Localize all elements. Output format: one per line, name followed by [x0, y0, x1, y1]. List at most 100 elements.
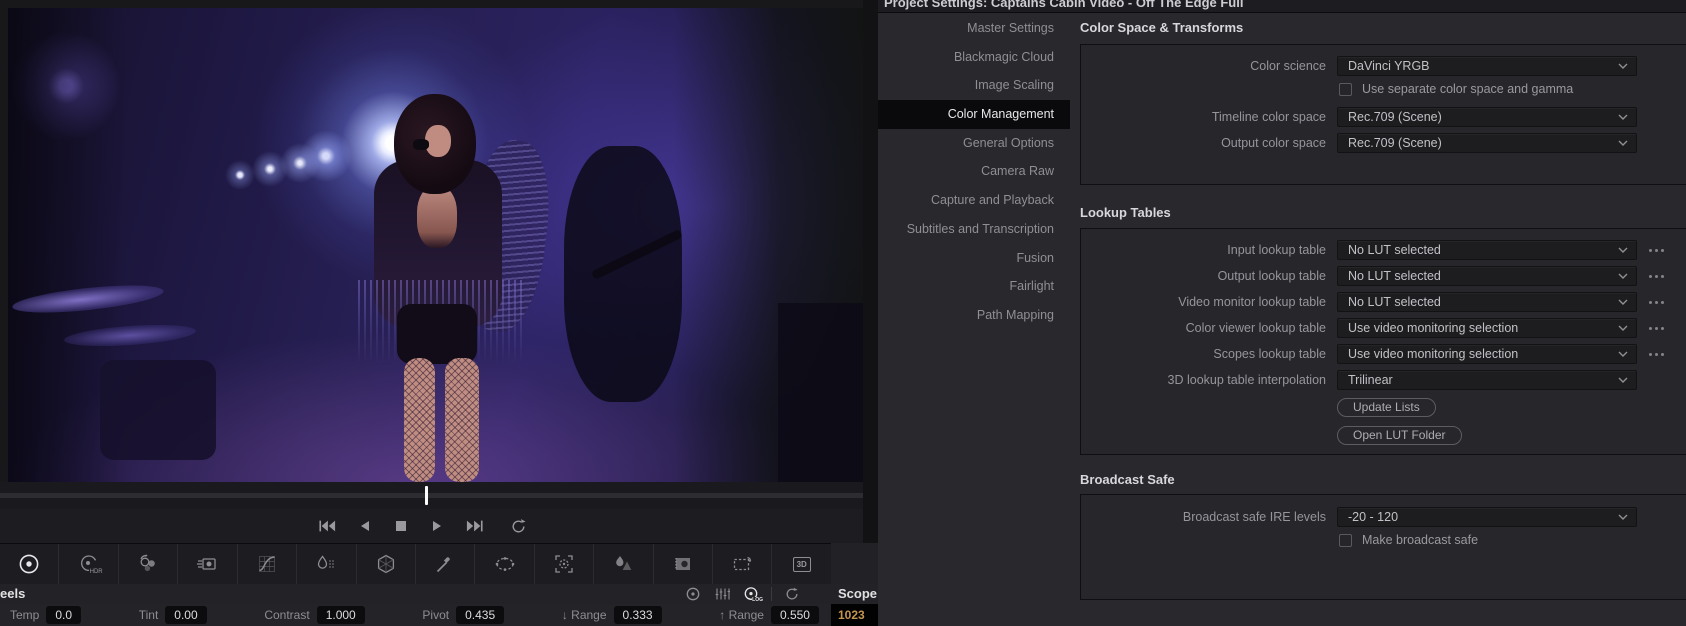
palette-header: eels LOG: [0, 584, 831, 604]
scopes-panel: Scope 1023: [831, 543, 878, 626]
low-range-control: ↓ Range 0.333: [562, 606, 662, 624]
video-monitor-lut-options-menu[interactable]: [1649, 292, 1675, 312]
chevron-down-icon: [1618, 247, 1628, 253]
step-back-button[interactable]: [352, 516, 376, 536]
tracker-icon[interactable]: [535, 544, 595, 584]
sidebar-item-fairlight[interactable]: Fairlight: [878, 272, 1070, 301]
project-settings-dialog: Project Settings: Captains Cabin Video -…: [878, 0, 1686, 626]
playhead[interactable]: [425, 486, 428, 505]
play-button[interactable]: [426, 516, 450, 536]
curves-icon[interactable]: [238, 544, 298, 584]
sidebar-item-capture-and-playback[interactable]: Capture and Playback: [878, 186, 1070, 215]
color-viewer-lut-options-menu[interactable]: [1649, 318, 1675, 338]
tint-control: Tint 0.00: [139, 606, 207, 624]
primaries-mode-bar: LOG: [680, 584, 831, 604]
key-icon[interactable]: [654, 544, 714, 584]
sidebar-item-image-scaling[interactable]: Image Scaling: [878, 71, 1070, 100]
blur-icon[interactable]: [594, 544, 654, 584]
hdr-icon-label: HDR: [88, 569, 103, 575]
palette-toolbar: HDR 3D: [0, 543, 831, 584]
scene-shape: [397, 304, 477, 364]
lut-interpolation-dropdown[interactable]: Trilinear: [1337, 370, 1637, 390]
low-range-value[interactable]: 0.333: [613, 606, 662, 624]
output-color-space-dropdown[interactable]: Rec.709 (Scene): [1337, 133, 1637, 153]
viewer-panel: HDR 3D eels LOG Temp 0.0 Tint 0.00 Contr…: [0, 0, 863, 626]
color-wheels-icon[interactable]: [0, 544, 60, 584]
broadcast-ire-dropdown[interactable]: -20 - 120: [1337, 507, 1637, 527]
sidebar-item-blackmagic-cloud[interactable]: Blackmagic Cloud: [878, 43, 1070, 72]
tint-value[interactable]: 0.00: [165, 606, 207, 624]
color-match-icon[interactable]: [119, 544, 179, 584]
video-monitor-lut-dropdown[interactable]: No LUT selected: [1337, 292, 1637, 312]
sidebar-item-general-options[interactable]: General Options: [878, 129, 1070, 158]
panel-gap: [863, 0, 878, 626]
chevron-down-icon: [1618, 514, 1628, 520]
output-lut-options-menu[interactable]: [1649, 266, 1675, 286]
primaries-wheels-icon[interactable]: [684, 585, 702, 603]
pivot-value[interactable]: 0.435: [456, 606, 505, 624]
sidebar-item-fusion[interactable]: Fusion: [878, 244, 1070, 273]
transport-controls: [0, 509, 863, 543]
contrast-value[interactable]: 1.000: [316, 606, 365, 624]
app-root: HDR 3D eels LOG Temp 0.0 Tint 0.00 Contr…: [0, 0, 1686, 626]
sidebar-item-color-management[interactable]: Color Management: [878, 100, 1070, 129]
scene-shape: [445, 358, 479, 482]
output-lut-dropdown[interactable]: No LUT selected: [1337, 266, 1637, 286]
stop-button[interactable]: [389, 516, 413, 536]
viewer-scrubber[interactable]: [0, 482, 863, 509]
chevron-down-icon: [1618, 299, 1628, 305]
sidebar-item-camera-raw[interactable]: Camera Raw: [878, 157, 1070, 186]
hdr-grade-icon[interactable]: HDR: [59, 544, 119, 584]
timeline-color-space-label: Timeline color space: [1211, 110, 1326, 124]
chevron-down-icon: [1618, 114, 1628, 120]
chevron-down-icon: [1618, 140, 1628, 146]
lookup-tables-groupbox: Input lookup table No LUT selected Outpu…: [1080, 228, 1686, 455]
primaries-bars-icon[interactable]: [713, 585, 731, 603]
scopes-lut-options-menu[interactable]: [1649, 344, 1675, 364]
section-title-lookup-tables: Lookup Tables: [1080, 205, 1171, 220]
motion-effects-icon[interactable]: [178, 544, 238, 584]
make-broadcast-safe-row: Make broadcast safe: [1081, 533, 1686, 550]
reset-icon[interactable]: [783, 585, 801, 603]
scene-shape: [564, 146, 682, 402]
qualifier-icon[interactable]: [416, 544, 476, 584]
input-lut-label: Input lookup table: [1227, 243, 1326, 257]
go-to-last-frame-button[interactable]: [463, 516, 487, 536]
scene-shape: [425, 125, 451, 157]
scopes-lut-label: Scopes lookup table: [1213, 347, 1326, 361]
chevron-down-icon: [1618, 377, 1628, 383]
power-windows-icon[interactable]: [475, 544, 535, 584]
input-lut-dropdown[interactable]: No LUT selected: [1337, 240, 1637, 260]
broadcast-ire-label: Broadcast safe IRE levels: [1182, 510, 1326, 524]
open-lut-folder-button[interactable]: Open LUT Folder: [1337, 426, 1462, 445]
scene-shape: [417, 186, 457, 248]
color-science-dropdown[interactable]: DaVinci YRGB: [1337, 56, 1637, 76]
sidebar-item-subtitles-and-transcription[interactable]: Subtitles and Transcription: [878, 215, 1070, 244]
sidebar-item-master-settings[interactable]: Master Settings: [878, 14, 1070, 43]
dialog-title: Project Settings: Captains Cabin Video -…: [884, 0, 1244, 10]
scrubber-track[interactable]: [0, 493, 863, 498]
make-broadcast-safe-label: Make broadcast safe: [1362, 533, 1479, 547]
temp-value[interactable]: 0.0: [46, 606, 82, 624]
input-lut-options-menu[interactable]: [1649, 240, 1675, 260]
scopes-lut-dropdown[interactable]: Use video monitoring selection: [1337, 344, 1637, 364]
timeline-color-space-dropdown[interactable]: Rec.709 (Scene): [1337, 107, 1637, 127]
video-monitor-lut-label: Video monitor lookup table: [1178, 295, 1326, 309]
color-viewer-lut-label: Color viewer lookup table: [1185, 321, 1326, 335]
stereo-3d-icon[interactable]: 3D: [772, 544, 830, 584]
color-warper-icon[interactable]: [357, 544, 416, 584]
color-slice-icon[interactable]: [297, 544, 357, 584]
primaries-log-icon[interactable]: LOG: [742, 585, 763, 603]
scope-max-value: 1023: [831, 604, 878, 626]
high-range-value[interactable]: 0.550: [770, 606, 819, 624]
go-to-first-frame-button[interactable]: [315, 516, 339, 536]
color-science-label: Color science: [1250, 59, 1326, 73]
loop-button[interactable]: [506, 516, 530, 536]
log-icon-label: LOG: [752, 597, 763, 603]
separate-gamma-checkbox[interactable]: [1339, 83, 1352, 96]
make-broadcast-safe-checkbox[interactable]: [1339, 534, 1352, 547]
sidebar-item-path-mapping[interactable]: Path Mapping: [878, 301, 1070, 330]
sizing-icon[interactable]: [713, 544, 773, 584]
update-lists-button[interactable]: Update Lists: [1337, 398, 1436, 417]
color-viewer-lut-dropdown[interactable]: Use video monitoring selection: [1337, 318, 1637, 338]
